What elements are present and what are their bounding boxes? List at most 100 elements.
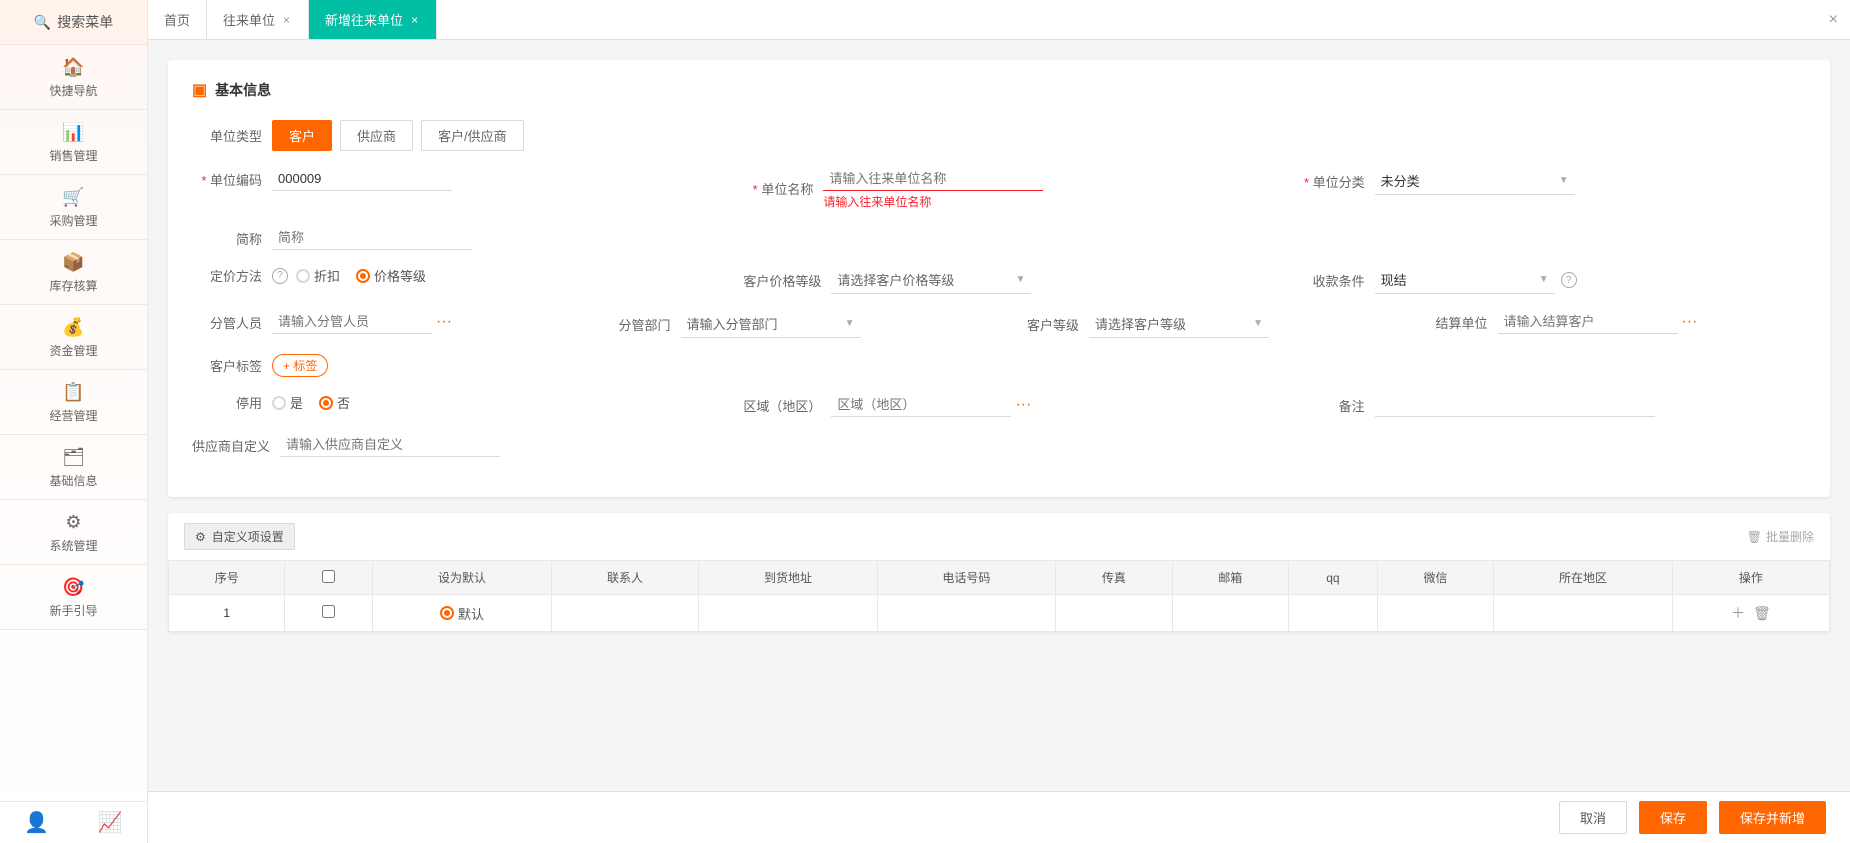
customer-level-select[interactable]: 请选择客户等级 ▼: [1089, 310, 1269, 338]
sidebar-item-quick-nav[interactable]: 🏠 快捷导航: [0, 45, 147, 110]
customer-price-level-select[interactable]: 请选择客户价格等级 ▼: [831, 266, 1031, 294]
tab-new[interactable]: 新增往来单位 ×: [309, 0, 437, 39]
settlement-input[interactable]: [1498, 310, 1678, 334]
unit-btn-customer[interactable]: 客户: [272, 120, 332, 151]
region-label: 区域（地区）: [743, 396, 831, 415]
th-action: 操作: [1672, 561, 1829, 595]
sidebar-item-finance[interactable]: 💰 资金管理: [0, 305, 147, 370]
save-new-button[interactable]: 保存并新增: [1719, 801, 1826, 834]
system-icon: ⚙: [62, 510, 86, 534]
sidebar-label-quick-nav: 快捷导航: [49, 82, 97, 99]
radio-price-level-label: 价格等级: [374, 266, 426, 285]
row-add-icon[interactable]: ＋: [1731, 603, 1745, 623]
sidebar-item-purchase[interactable]: 🛒 采购管理: [0, 175, 147, 240]
row-default-radio[interactable]: 默认: [383, 604, 540, 623]
disable-label: 停用: [192, 393, 272, 412]
custom-settings-button[interactable]: ⚙ 自定义项设置: [184, 523, 295, 550]
code-name-category-row: 单位编码 单位名称 请输入往来单位名称 单位分类 未分类 ▼: [192, 167, 1806, 210]
radio-price-level[interactable]: 价格等级: [356, 266, 426, 285]
tab-new-close[interactable]: ×: [409, 11, 420, 29]
unit-code-label: 单位编码: [192, 170, 272, 189]
select-all-checkbox[interactable]: [322, 570, 335, 583]
user-icon[interactable]: 👤: [24, 810, 49, 835]
row-select-checkbox[interactable]: [322, 605, 335, 618]
row-address: [699, 595, 877, 632]
sidebar-label-guide: 新手引导: [49, 602, 97, 619]
settlement-ellipsis[interactable]: ···: [1678, 313, 1702, 331]
unit-type-buttons: 客户 供应商 客户/供应商: [272, 120, 524, 151]
settings-gear-icon: ⚙: [195, 530, 206, 544]
batch-delete-icon: 🗑: [1747, 530, 1762, 544]
tag-add-button[interactable]: + 标签: [272, 354, 328, 377]
short-name-row: 简称: [192, 226, 1806, 250]
contact-table: 序号 设为默认 联系人 到货地址 电话号码 传真 邮箱 qq 微信 所在地区 操…: [168, 560, 1830, 632]
remark-input[interactable]: [1375, 393, 1655, 417]
sidebar-item-inventory[interactable]: 📦 库存核算: [0, 240, 147, 305]
customer-level-placeholder: 请选择客户等级: [1095, 314, 1249, 333]
region-ellipsis[interactable]: ···: [1011, 396, 1035, 414]
unit-btn-both[interactable]: 客户/供应商: [421, 120, 524, 151]
sidebar-label-system: 系统管理: [49, 537, 97, 554]
row-email: [1172, 595, 1288, 632]
radio-discount[interactable]: 折扣: [296, 266, 340, 285]
radio-price-level-circle: [356, 269, 370, 283]
manager-input[interactable]: [272, 310, 432, 334]
home-icon: 🏠: [62, 55, 86, 79]
dept-select[interactable]: 请输入分管部门 ▼: [681, 310, 861, 338]
unit-btn-supplier[interactable]: 供应商: [340, 120, 413, 151]
chart-icon[interactable]: 📈: [98, 810, 123, 835]
row-phone: [877, 595, 1055, 632]
save-button[interactable]: 保存: [1639, 801, 1707, 834]
th-contact: 联系人: [551, 561, 698, 595]
section-title-icon: ▣: [192, 80, 207, 100]
basic-info-card: ▣ 基本信息 单位类型 客户 供应商 客户/供应商 单位编码: [168, 60, 1830, 497]
payment-terms-select[interactable]: 现结 ▼: [1375, 266, 1555, 294]
pricing-radio-group: 折扣 价格等级: [296, 266, 426, 285]
tab-trading-close[interactable]: ×: [281, 11, 292, 29]
tab-trading[interactable]: 往来单位 ×: [207, 0, 309, 39]
unit-code-group: 单位编码: [192, 167, 703, 191]
radio-disable-yes[interactable]: 是: [272, 393, 303, 412]
pricing-help-icon[interactable]: ?: [272, 268, 288, 284]
supplier-custom-input[interactable]: [280, 433, 500, 457]
dept-group: 分管部门 请输入分管部门 ▼: [601, 310, 990, 338]
payment-terms-help[interactable]: ?: [1561, 272, 1577, 288]
page-content: ▣ 基本信息 单位类型 客户 供应商 客户/供应商 单位编码: [148, 40, 1850, 791]
radio-disable-no-label: 否: [337, 393, 350, 412]
unit-category-select[interactable]: 未分类 ▼: [1375, 167, 1575, 195]
manager-ellipsis[interactable]: ···: [432, 313, 456, 331]
th-no: 序号: [169, 561, 285, 595]
payment-terms-group: 收款条件 现结 ▼ ?: [1295, 266, 1806, 294]
cancel-button[interactable]: 取消: [1559, 801, 1627, 834]
payment-terms-label: 收款条件: [1295, 271, 1375, 290]
sidebar-item-operation[interactable]: 📋 经营管理: [0, 370, 147, 435]
table-body: 1 默认: [169, 595, 1830, 632]
region-input[interactable]: [831, 393, 1011, 417]
radio-disable-no[interactable]: 否: [319, 393, 350, 412]
tab-bar-close-all[interactable]: ×: [1817, 0, 1850, 39]
section-title-text: 基本信息: [215, 80, 271, 100]
radio-disable-yes-label: 是: [290, 393, 303, 412]
row-fax: [1056, 595, 1172, 632]
unit-name-input[interactable]: [823, 167, 1043, 191]
unit-code-input[interactable]: [272, 167, 452, 191]
sidebar-item-sales[interactable]: 📊 销售管理: [0, 110, 147, 175]
sidebar-item-guide[interactable]: 🎯 新手引导: [0, 565, 147, 630]
contact-table-section: ⚙ 自定义项设置 🗑 批量删除 序号 设为默认 联系人 到货地址 电话: [168, 513, 1830, 632]
sidebar-item-basic[interactable]: 🗂 基础信息: [0, 435, 147, 500]
radio-disable-no-circle: [319, 396, 333, 410]
sidebar-item-system[interactable]: ⚙ 系统管理: [0, 500, 147, 565]
operation-icon: 📋: [62, 380, 86, 404]
table-row: 1 默认: [169, 595, 1830, 632]
row-default-radio-circle: [440, 606, 454, 620]
batch-delete-button[interactable]: 🗑 批量删除: [1747, 528, 1814, 545]
tab-home[interactable]: 首页: [148, 0, 207, 39]
sidebar-search[interactable]: 🔍 搜索菜单: [0, 0, 147, 45]
row-delete-icon[interactable]: 🗑: [1753, 605, 1771, 622]
pricing-method-label: 定价方法: [192, 266, 272, 285]
th-address: 到货地址: [699, 561, 877, 595]
short-name-input[interactable]: [272, 226, 472, 250]
tag-add-label: + 标签: [283, 357, 317, 374]
customer-price-level-placeholder: 请选择客户价格等级: [837, 270, 1011, 289]
pricing-row: 定价方法 ? 折扣 价格等级 客户价格等级: [192, 266, 1806, 294]
